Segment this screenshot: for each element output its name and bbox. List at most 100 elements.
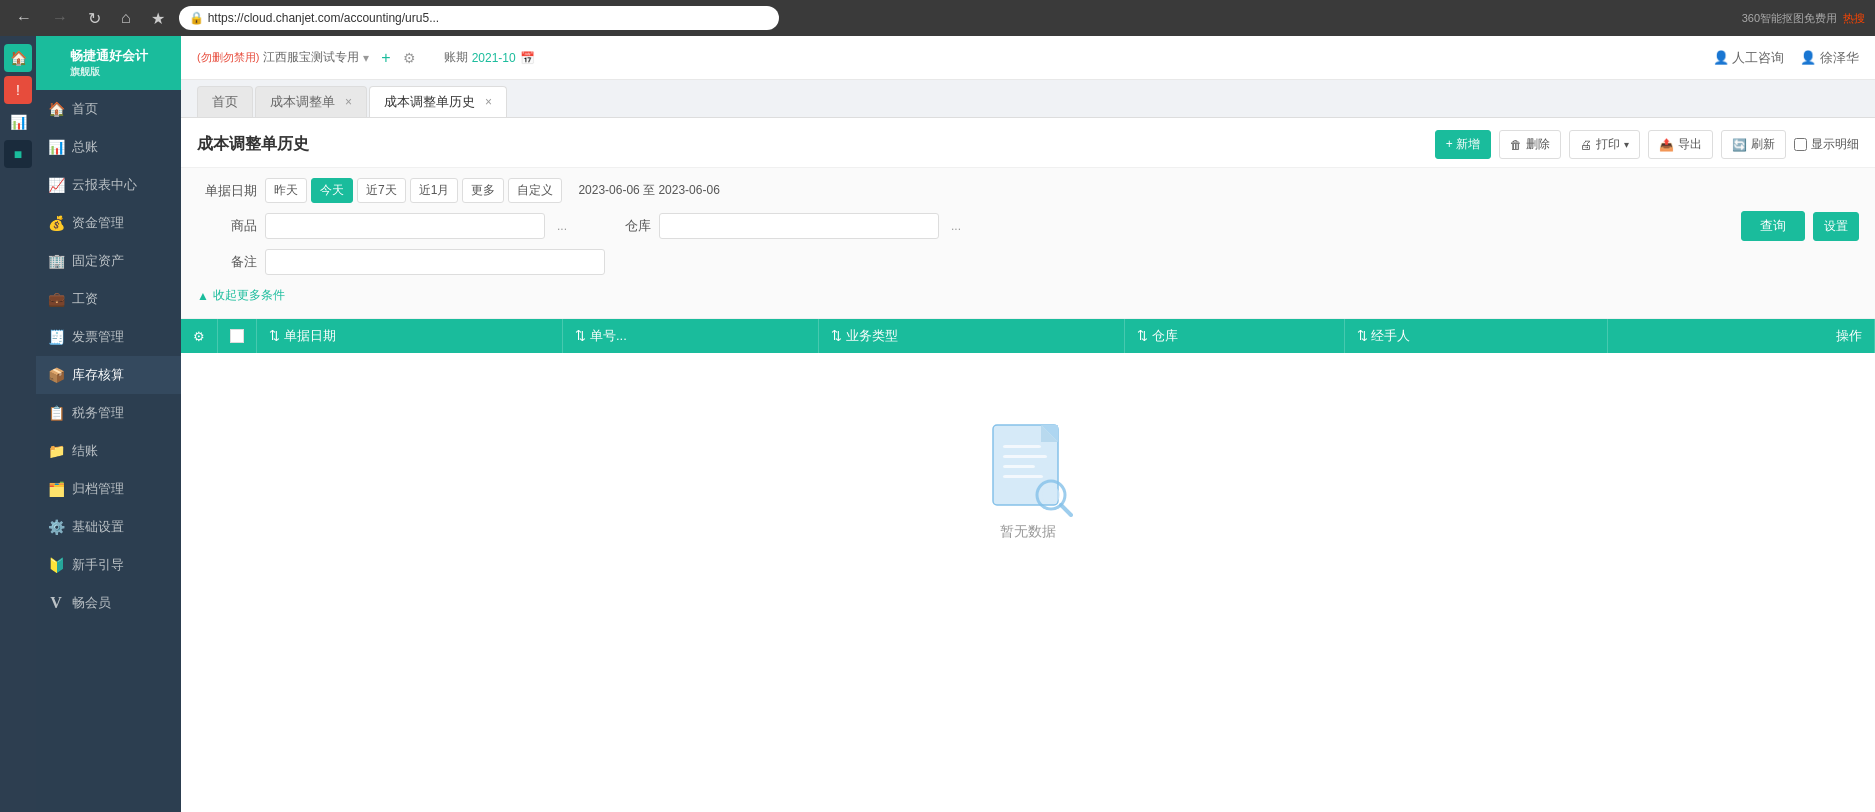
settings-btn[interactable]: 设置 (1813, 212, 1859, 241)
warehouse-filter-label: 仓库 (591, 217, 651, 235)
sidebar-label-reports: 云报表中心 (72, 176, 137, 194)
sidebar-item-funds[interactable]: 💰 资金管理 (36, 204, 181, 242)
page-actions: + 新增 🗑 删除 🖨 打印 ▾ 📤 导出 🔄 (1435, 130, 1859, 159)
th-type[interactable]: ⇅ 业务类型 (818, 319, 1124, 353)
filter-goods-warehouse-row: 商品 ... 仓库 ... 查询 设置 (197, 211, 1859, 241)
export-button[interactable]: 📤 导出 (1648, 130, 1713, 159)
user-avatar[interactable]: 👤 徐泽华 (1800, 49, 1859, 67)
date-filter-label: 单据日期 (197, 182, 257, 200)
period-info: 账期 2021-10 📅 (444, 49, 535, 66)
tab-cost-adjust-history[interactable]: 成本调整单历史 × (369, 86, 507, 117)
goods-input[interactable] (265, 213, 545, 239)
date-btn-yesterday[interactable]: 昨天 (265, 178, 307, 203)
sidebar-item-home[interactable]: 🏠 首页 (36, 90, 181, 128)
th-date[interactable]: ⇅ 单据日期 (257, 319, 563, 353)
sidebar-item-settings[interactable]: ⚙️ 基础设置 (36, 508, 181, 546)
company-name: 江西服宝测试专用 (263, 49, 359, 66)
calendar-icon[interactable]: 📅 (520, 51, 535, 65)
sidebar-item-closing[interactable]: 📁 结账 (36, 432, 181, 470)
collapse-btn[interactable]: ▲ 收起更多条件 (197, 283, 1859, 308)
back-button[interactable]: ← (10, 5, 38, 31)
bookmark-button[interactable]: ★ (145, 5, 171, 32)
data-table: ⚙ ⇅ 单据日期 ⇅ 单号... (181, 319, 1875, 353)
sidebar-label-tax: 税务管理 (72, 404, 124, 422)
sidebar-item-invoices[interactable]: 🧾 发票管理 (36, 318, 181, 356)
reports-icon: 📈 (48, 177, 64, 193)
th-number-label: 单号... (590, 328, 627, 343)
th-settings[interactable]: ⚙ (181, 319, 218, 353)
sidebar-item-archive[interactable]: 🗂️ 归档管理 (36, 470, 181, 508)
th-number[interactable]: ⇅ 单号... (563, 319, 819, 353)
icon-bar-box[interactable]: ■ (4, 140, 32, 168)
icon-bar-chart[interactable]: 📊 (4, 108, 32, 136)
filter-date-row: 单据日期 昨天 今天 近7天 近1月 更多 自定义 2023-06-06 至 2… (197, 178, 1859, 203)
refresh-label: 刷新 (1751, 136, 1775, 153)
goods-dots-btn[interactable]: ... (557, 219, 567, 233)
refresh-button[interactable]: ↻ (82, 5, 107, 32)
note-input[interactable] (265, 249, 605, 275)
icon-bar-main[interactable]: 🏠 (4, 44, 32, 72)
tab-cost-adjust-close[interactable]: × (345, 95, 352, 109)
th-handler-label: 经手人 (1371, 328, 1410, 343)
service-btn[interactable]: 👤 人工咨询 (1713, 49, 1785, 67)
sidebar-label-ledger: 总账 (72, 138, 98, 156)
sidebar-label-settings: 基础设置 (72, 518, 124, 536)
query-btn[interactable]: 查询 (1741, 211, 1805, 241)
display-toggle-checkbox[interactable] (1794, 138, 1807, 151)
date-btn-custom[interactable]: 自定义 (508, 178, 562, 203)
icon-bar-notify[interactable]: ! (4, 76, 32, 104)
browser-tools: 360智能抠图免费用 热搜 (1742, 11, 1865, 26)
sidebar-item-vip[interactable]: V 畅会员 (36, 584, 181, 622)
th-actions: 操作 (1607, 319, 1875, 353)
sidebar-item-tax[interactable]: 📋 税务管理 (36, 394, 181, 432)
browser-chrome: ← → ↻ ⌂ ★ 🔒 https://cloud.chanjet.com/ac… (0, 0, 1875, 36)
sidebar-label-inventory: 库存核算 (72, 366, 124, 384)
dropdown-icon: ▾ (363, 51, 369, 65)
date-btn-1month[interactable]: 近1月 (410, 178, 459, 203)
note-filter-label: 备注 (197, 253, 257, 271)
address-bar[interactable]: 🔒 https://cloud.chanjet.com/accounting/u… (179, 6, 779, 30)
sidebar-item-reports[interactable]: 📈 云报表中心 (36, 166, 181, 204)
sidebar-item-fixed-assets[interactable]: 🏢 固定资产 (36, 242, 181, 280)
tab-cost-adjust[interactable]: 成本调整单 × (255, 86, 367, 117)
tab-home[interactable]: 首页 (197, 86, 253, 117)
th-handler[interactable]: ⇅ 经手人 (1344, 319, 1607, 353)
sidebar-label-funds: 资金管理 (72, 214, 124, 232)
top-header: (勿删勿禁用) 江西服宝测试专用 ▾ + ⚙ 账期 2021-10 📅 👤 人工… (181, 36, 1875, 80)
tax-icon: 📋 (48, 405, 64, 421)
tab-home-label: 首页 (212, 93, 238, 111)
tab-bar: 首页 成本调整单 × 成本调整单历史 × (181, 80, 1875, 118)
table-container: ⚙ ⇅ 单据日期 ⇅ 单号... (181, 319, 1875, 812)
plus-button[interactable]: + (381, 49, 390, 67)
warehouse-input[interactable] (659, 213, 939, 239)
sidebar-item-guide[interactable]: 🔰 新手引导 (36, 546, 181, 584)
settings-gear-icon[interactable]: ⚙ (403, 50, 416, 66)
th-date-sort-icon: ⇅ (269, 328, 280, 343)
th-date-label: 单据日期 (284, 328, 336, 343)
display-toggle-label: 显示明细 (1811, 136, 1859, 153)
sidebar-item-payroll[interactable]: 💼 工资 (36, 280, 181, 318)
warehouse-dots-btn[interactable]: ... (951, 219, 961, 233)
tab-cost-adjust-history-close[interactable]: × (485, 95, 492, 109)
home-button[interactable]: ⌂ (115, 5, 137, 31)
sidebar-item-ledger[interactable]: 📊 总账 (36, 128, 181, 166)
date-btn-7days[interactable]: 近7天 (357, 178, 406, 203)
url-text: https://cloud.chanjet.com/accounting/uru… (208, 11, 439, 25)
date-btn-more[interactable]: 更多 (462, 178, 504, 203)
header-checkbox[interactable] (230, 329, 244, 343)
guide-icon: 🔰 (48, 557, 64, 573)
sidebar-item-inventory[interactable]: 📦 库存核算 (36, 356, 181, 394)
print-button[interactable]: 🖨 打印 ▾ (1569, 130, 1640, 159)
th-warehouse[interactable]: ⇅ 仓库 (1125, 319, 1344, 353)
display-toggle[interactable]: 显示明细 (1794, 136, 1859, 153)
settings-icon: ⚙️ (48, 519, 64, 535)
new-button[interactable]: + 新增 (1435, 130, 1491, 159)
page-area: 成本调整单历史 + 新增 🗑 删除 🖨 打印 ▾ 📤 导出 (181, 118, 1875, 812)
logo-main: 畅捷通好会计 (70, 47, 148, 65)
th-checkbox[interactable] (218, 319, 257, 353)
delete-button[interactable]: 🗑 删除 (1499, 130, 1561, 159)
company-selector[interactable]: (勿删勿禁用) 江西服宝测试专用 ▾ (197, 49, 369, 66)
date-btn-today[interactable]: 今天 (311, 178, 353, 203)
forward-button[interactable]: → (46, 5, 74, 31)
refresh-button[interactable]: 🔄 刷新 (1721, 130, 1786, 159)
